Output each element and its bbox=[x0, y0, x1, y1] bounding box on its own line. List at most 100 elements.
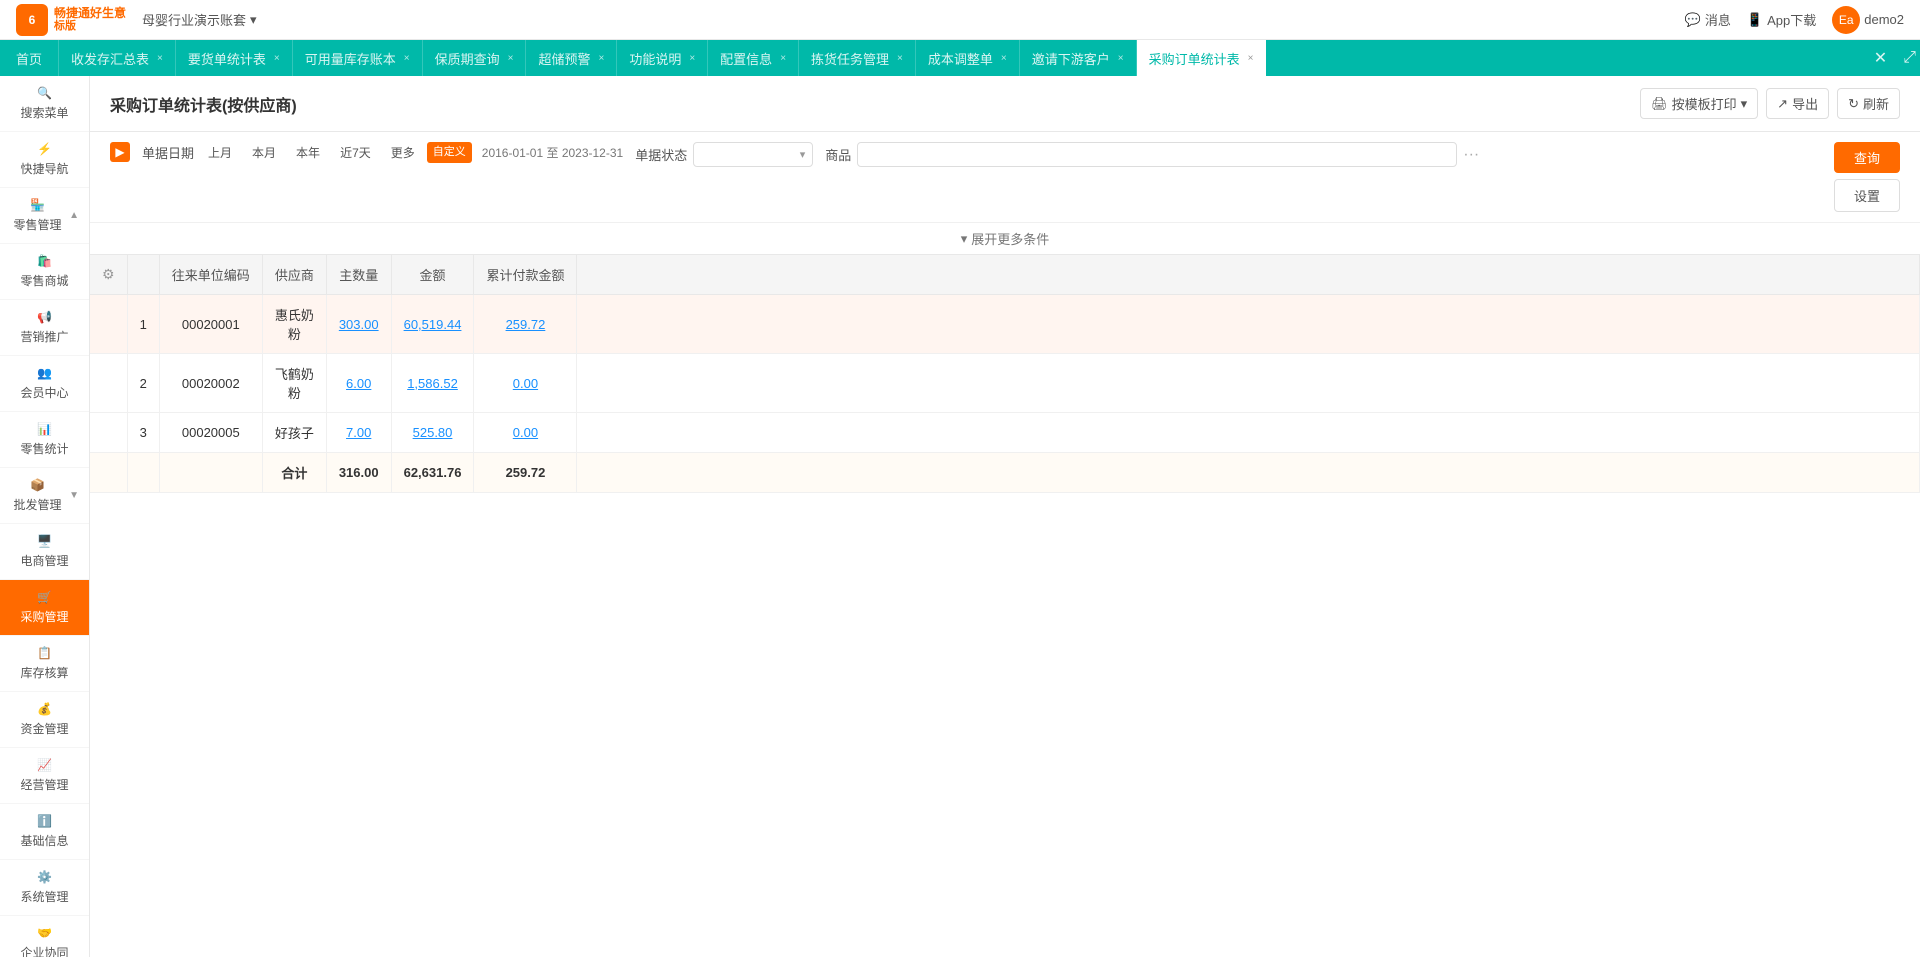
sidebar-item-retail-mall[interactable]: 🛍️ 零售商城 bbox=[0, 244, 89, 300]
chevron-down-icon: ▾ bbox=[961, 231, 968, 247]
row-qty[interactable]: 303.00 bbox=[326, 295, 391, 354]
nav-expand-button[interactable]: ⤢ bbox=[1899, 45, 1920, 71]
footer-qty: 316.00 bbox=[326, 453, 391, 493]
sidebar-item-retail-stats[interactable]: 📊 零售统计 bbox=[0, 412, 89, 468]
tab-baozhi[interactable]: 保质期查询 × bbox=[423, 40, 527, 76]
table-header-row: ⚙ 往来单位编码 供应商 主数量 金额 累计付款金额 bbox=[90, 255, 1920, 295]
app-download-button[interactable]: 📱 App下载 bbox=[1747, 10, 1816, 29]
settings-button[interactable]: 设置 bbox=[1834, 179, 1900, 212]
row-amount[interactable]: 525.80 bbox=[391, 413, 474, 453]
sidebar-item-ecommerce[interactable]: 🖥️ 电商管理 bbox=[0, 524, 89, 580]
message-icon: 💬 bbox=[1685, 12, 1701, 28]
sidebar-item-marketing[interactable]: 📢 营销推广 bbox=[0, 300, 89, 356]
avatar: Ea bbox=[1832, 6, 1860, 34]
expand-more-row: ▾ 展开更多条件 bbox=[90, 222, 1920, 254]
username: demo2 bbox=[1864, 12, 1904, 27]
sidebar-item-operation[interactable]: 📈 经营管理 bbox=[0, 748, 89, 804]
sidebar-item-retail-mgmt[interactable]: 🏪 零售管理 ▲ bbox=[0, 188, 89, 244]
footer-paid: 259.72 bbox=[474, 453, 577, 493]
nav-close-button[interactable]: ✕ bbox=[1870, 44, 1891, 72]
close-icon[interactable]: × bbox=[1001, 53, 1007, 64]
row-supplier: 惠氏奶粉 bbox=[262, 295, 326, 354]
col-header-index bbox=[127, 255, 159, 295]
org-selector[interactable]: 母婴行业演示账套 ▾ bbox=[134, 6, 265, 33]
row-amount[interactable]: 60,519.44 bbox=[391, 295, 474, 354]
close-icon[interactable]: × bbox=[274, 53, 280, 64]
shortcut-last-month[interactable]: 上月 bbox=[200, 142, 240, 163]
user-profile[interactable]: Ea demo2 bbox=[1832, 6, 1904, 34]
sidebar-item-collab[interactable]: 🤝 企业协同 bbox=[0, 916, 89, 957]
tab-home[interactable]: 首页 bbox=[0, 40, 59, 76]
tab-peizhi[interactable]: 配置信息 × bbox=[708, 40, 799, 76]
sidebar-item-purchase[interactable]: 🛒 采购管理 bbox=[0, 580, 89, 636]
sidebar-item-finance[interactable]: 💰 资金管理 bbox=[0, 692, 89, 748]
table-row: 1 00020001 惠氏奶粉 303.00 60,519.44 259.72 bbox=[90, 295, 1920, 354]
row-supplier: 好孩子 bbox=[262, 413, 326, 453]
row-paid[interactable]: 0.00 bbox=[474, 413, 577, 453]
system-icon: ⚙️ bbox=[37, 870, 52, 884]
finance-icon: 💰 bbox=[37, 702, 52, 716]
custom-badge[interactable]: 自定义 bbox=[427, 142, 472, 163]
close-icon[interactable]: × bbox=[157, 53, 163, 64]
expand-more-button[interactable]: ▾ 展开更多条件 bbox=[961, 229, 1050, 248]
close-icon[interactable]: × bbox=[689, 53, 695, 64]
goods-filter: 商品 ··· bbox=[825, 142, 1822, 167]
date-filter: 单据日期 上月 本月 本年 近7天 更多 自定义 2016-01-01 至 20… bbox=[142, 142, 623, 163]
close-icon[interactable]: × bbox=[404, 53, 410, 64]
sidebar-item-basic-info[interactable]: ℹ️ 基础信息 bbox=[0, 804, 89, 860]
sidebar-item-inventory[interactable]: 📋 库存核算 bbox=[0, 636, 89, 692]
page-title: 采购订单统计表(按供应商) bbox=[110, 92, 297, 128]
template-print-button[interactable]: 🖨 按模板打印 ▾ bbox=[1640, 88, 1758, 119]
export-button[interactable]: ↗ 导出 bbox=[1766, 88, 1829, 119]
close-icon[interactable]: × bbox=[1248, 53, 1254, 64]
shortcut-7-days[interactable]: 近7天 bbox=[332, 142, 379, 163]
shortcut-more[interactable]: 更多 bbox=[383, 142, 423, 163]
sidebar-item-member[interactable]: 👥 会员中心 bbox=[0, 356, 89, 412]
more-options-icon[interactable]: ··· bbox=[1463, 146, 1479, 164]
row-empty bbox=[577, 354, 1920, 413]
row-amount[interactable]: 1,586.52 bbox=[391, 354, 474, 413]
table-row: 2 00020002 飞鹤奶粉 6.00 1,586.52 0.00 bbox=[90, 354, 1920, 413]
sidebar-item-search[interactable]: 🔍 搜索菜单 bbox=[0, 76, 89, 132]
sidebar-item-quicknav[interactable]: ⚡ 快捷导航 bbox=[0, 132, 89, 188]
tab-keyongliang[interactable]: 可用量库存账本 × bbox=[293, 40, 423, 76]
goods-input[interactable] bbox=[857, 142, 1457, 167]
date-range-display: 2016-01-01 至 2023-12-31 bbox=[482, 144, 623, 161]
print-icon: 🖨 bbox=[1651, 96, 1668, 112]
tab-caigou-active[interactable]: 采购订单统计表 × bbox=[1137, 40, 1267, 76]
message-button[interactable]: 💬 消息 bbox=[1685, 10, 1731, 29]
sidebar-item-system[interactable]: ⚙️ 系统管理 bbox=[0, 860, 89, 916]
shortcut-this-year[interactable]: 本年 bbox=[288, 142, 328, 163]
expand-toggle-button[interactable]: ▶ bbox=[110, 142, 130, 162]
row-qty[interactable]: 7.00 bbox=[326, 413, 391, 453]
close-icon[interactable]: × bbox=[598, 53, 604, 64]
main-content: 采购订单统计表(按供应商) 🖨 按模板打印 ▾ ↗ 导出 ↻ 刷新 bbox=[90, 76, 1920, 957]
row-paid[interactable]: 0.00 bbox=[474, 354, 577, 413]
footer-settings bbox=[90, 453, 127, 493]
refresh-button[interactable]: ↻ 刷新 bbox=[1837, 88, 1900, 119]
settings-gear-icon[interactable]: ⚙ bbox=[102, 266, 115, 282]
row-qty[interactable]: 6.00 bbox=[326, 354, 391, 413]
tab-gongneng[interactable]: 功能说明 × bbox=[617, 40, 708, 76]
row-paid[interactable]: 259.72 bbox=[474, 295, 577, 354]
tab-yaoqing[interactable]: 邀请下游客户 × bbox=[1020, 40, 1137, 76]
close-icon[interactable]: × bbox=[897, 53, 903, 64]
tab-jianhuo[interactable]: 拣货任务管理 × bbox=[799, 40, 916, 76]
expand-label: 展开更多条件 bbox=[971, 229, 1049, 248]
tab-chengben[interactable]: 成本调整单 × bbox=[916, 40, 1020, 76]
purchase-icon: 🛒 bbox=[37, 590, 52, 604]
tab-chaochuyujing[interactable]: 超储预警 × bbox=[526, 40, 617, 76]
marketing-icon: 📢 bbox=[37, 310, 52, 324]
close-icon[interactable]: × bbox=[780, 53, 786, 64]
shortcut-this-month[interactable]: 本月 bbox=[244, 142, 284, 163]
sidebar-item-wholesale[interactable]: 📦 批发管理 ▼ bbox=[0, 468, 89, 524]
tab-shoufacun[interactable]: 收发存汇总表 × bbox=[59, 40, 176, 76]
close-icon[interactable]: × bbox=[508, 53, 514, 64]
inventory-icon: 📋 bbox=[37, 646, 52, 660]
col-header-code: 往来单位编码 bbox=[159, 255, 262, 295]
close-icon[interactable]: × bbox=[1118, 53, 1124, 64]
query-button[interactable]: 查询 bbox=[1834, 142, 1900, 173]
col-header-qty: 主数量 bbox=[326, 255, 391, 295]
status-select[interactable] bbox=[693, 142, 813, 167]
tab-yaohuo[interactable]: 要货单统计表 × bbox=[176, 40, 293, 76]
